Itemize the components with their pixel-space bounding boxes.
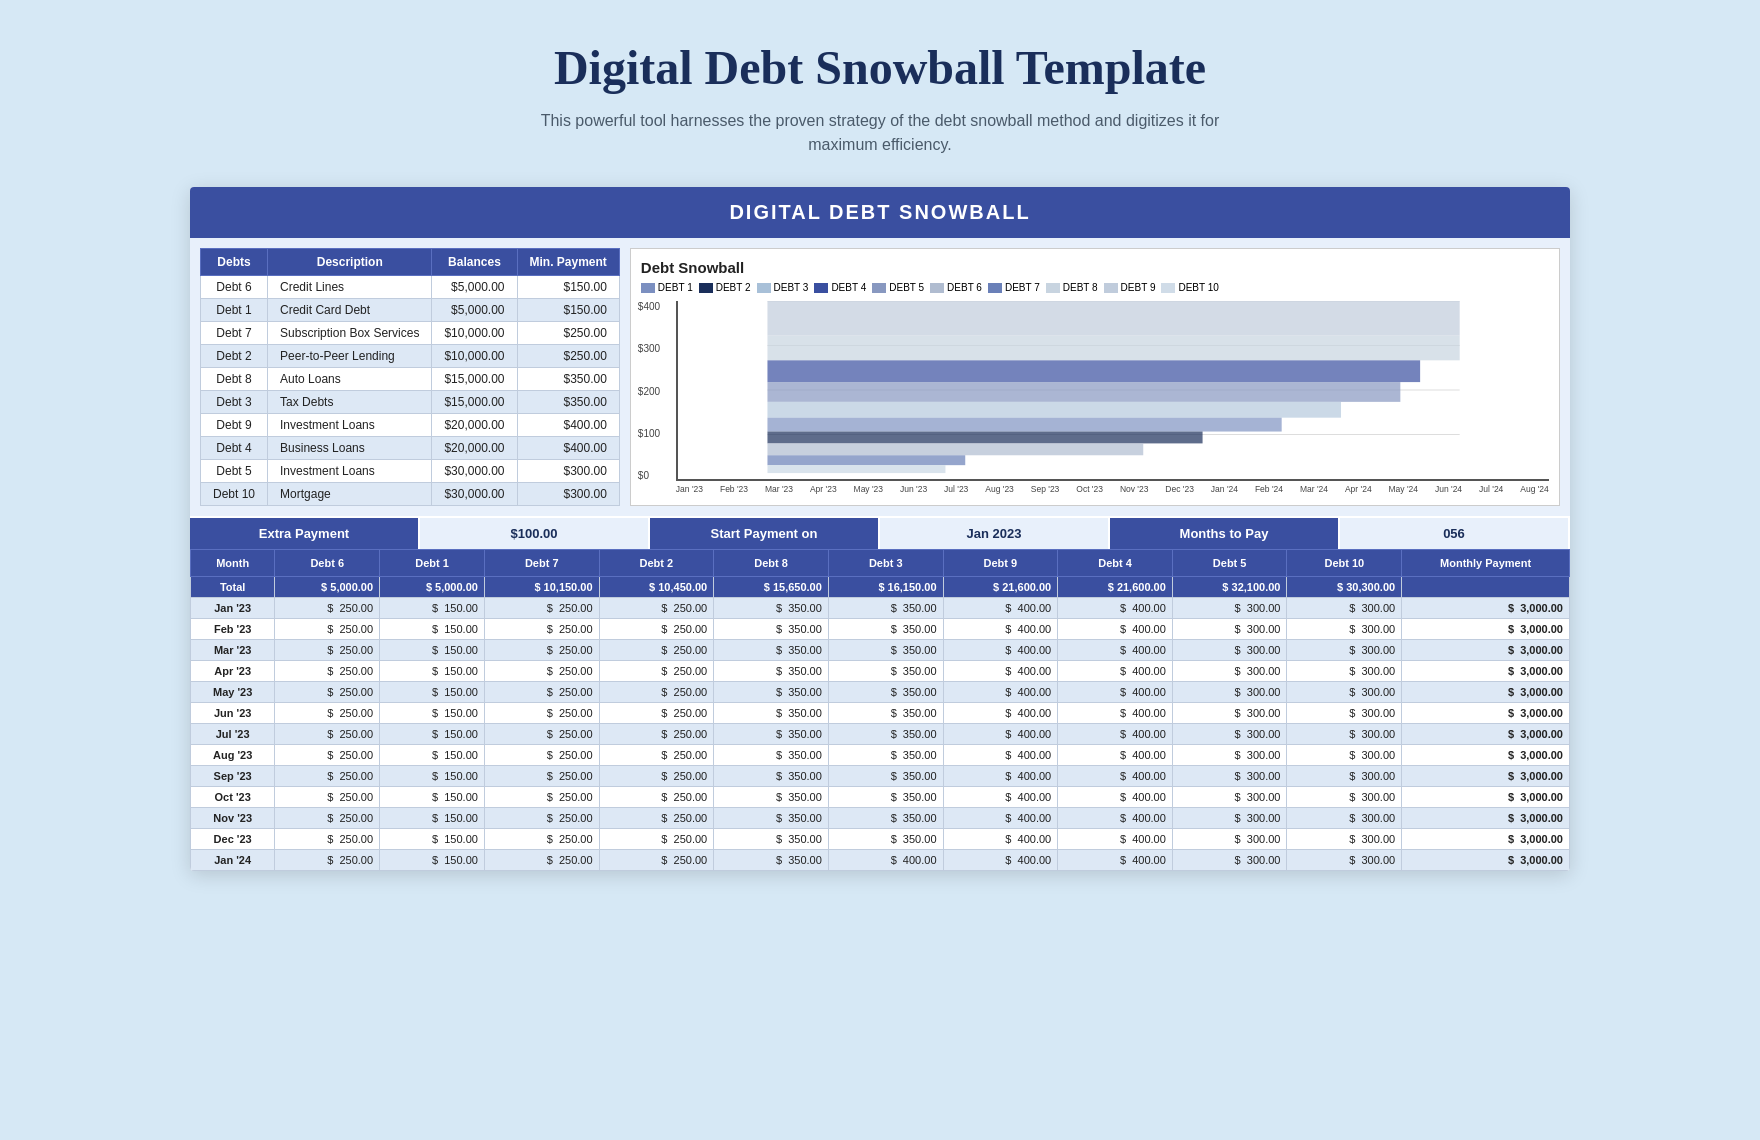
schedule-row: Aug '23$ 250.00$ 150.00$ 250.00$ 250.00$… [191,745,1570,766]
svg-rect-12 [767,455,965,465]
schedule-col-header: Month [191,550,275,577]
legend-item: DEBT 9 [1104,282,1156,293]
schedule-row: Jun '23$ 250.00$ 150.00$ 250.00$ 250.00$… [191,703,1570,724]
svg-rect-8 [767,402,1341,418]
schedule-total-row: Total$ 5,000.00$ 5,000.00$ 10,150.00$ 10… [191,577,1570,598]
schedule-table-wrapper: MonthDebt 6Debt 1Debt 7Debt 2Debt 8Debt … [190,549,1570,871]
legend-item: DEBT 1 [641,282,693,293]
svg-rect-13 [767,465,945,473]
svg-rect-10 [767,432,1202,444]
schedule-col-header: Debt 1 [380,550,485,577]
schedule-col-header: Debt 4 [1058,550,1173,577]
page-subtitle: This powerful tool harnesses the proven … [540,109,1220,157]
svg-rect-7 [767,382,1400,402]
debt-row: Debt 5Investment Loans$30,000.00$300.00 [201,460,620,483]
legend-item: DEBT 7 [988,282,1040,293]
col-balances: Balances [432,249,517,276]
debt-row: Debt 6Credit Lines$5,000.00$150.00 [201,276,620,299]
legend-item: DEBT 2 [699,282,751,293]
top-section: Debts Description Balances Min. Payment … [190,238,1570,516]
page-title: Digital Debt Snowball Template [20,40,1740,95]
summary-bar: Extra Payment $100.00 Start Payment on J… [190,516,1570,549]
schedule-col-header: Debt 6 [275,550,380,577]
schedule-col-header: Debt 7 [484,550,599,577]
schedule-row: Dec '23$ 250.00$ 150.00$ 250.00$ 250.00$… [191,829,1570,850]
debt-row: Debt 1Credit Card Debt$5,000.00$150.00 [201,299,620,322]
legend-item: DEBT 6 [930,282,982,293]
col-min-payment: Min. Payment [517,249,619,276]
schedule-col-header: Debt 2 [599,550,714,577]
x-axis: Jan '23Feb '23Mar '23Apr '23May '23Jun '… [676,484,1549,494]
schedule-col-header: Debt 5 [1172,550,1287,577]
schedule-row: Jul '23$ 250.00$ 150.00$ 250.00$ 250.00$… [191,724,1570,745]
schedule-row: Apr '23$ 250.00$ 150.00$ 250.00$ 250.00$… [191,661,1570,682]
debt-row: Debt 7Subscription Box Services$10,000.0… [201,322,620,345]
legend-item: DEBT 10 [1161,282,1218,293]
svg-rect-4 [767,301,1459,336]
chart-title: Debt Snowball [641,259,1549,276]
legend-item: DEBT 3 [757,282,809,293]
schedule-row: Oct '23$ 250.00$ 150.00$ 250.00$ 250.00$… [191,787,1570,808]
schedule-row: Nov '23$ 250.00$ 150.00$ 250.00$ 250.00$… [191,808,1570,829]
schedule-row: Sep '23$ 250.00$ 150.00$ 250.00$ 250.00$… [191,766,1570,787]
schedule-row: May '23$ 250.00$ 150.00$ 250.00$ 250.00$… [191,682,1570,703]
y-axis: $400 $300 $200 $100 $0 [638,301,660,481]
schedule-row: Jan '23$ 250.00$ 150.00$ 250.00$ 250.00$… [191,598,1570,619]
schedule-col-header: Debt 3 [828,550,943,577]
chart-svg [676,301,1549,481]
extra-payment-label: Extra Payment [190,518,420,549]
svg-rect-5 [767,336,1459,361]
col-description: Description [268,249,432,276]
chart-legend: DEBT 1 DEBT 2 DEBT 3 DEBT 4 DEBT 5 DEBT 6 DEBT… [641,282,1549,293]
legend-item: DEBT 8 [1046,282,1098,293]
svg-rect-6 [767,360,1420,382]
start-payment-value: Jan 2023 [880,518,1110,549]
schedule-table: MonthDebt 6Debt 1Debt 7Debt 2Debt 8Debt … [190,549,1570,871]
debt-row: Debt 4Business Loans$20,000.00$400.00 [201,437,620,460]
svg-rect-9 [767,418,1281,432]
legend-item: DEBT 5 [872,282,924,293]
schedule-col-header: Debt 10 [1287,550,1402,577]
svg-rect-11 [767,443,1143,455]
debt-row: Debt 10Mortgage$30,000.00$300.00 [201,483,620,506]
schedule-row: Mar '23$ 250.00$ 150.00$ 250.00$ 250.00$… [191,640,1570,661]
months-to-pay-value: 056 [1340,518,1570,549]
debt-row: Debt 9Investment Loans$20,000.00$400.00 [201,414,620,437]
schedule-row: Feb '23$ 250.00$ 150.00$ 250.00$ 250.00$… [191,619,1570,640]
months-to-pay-label: Months to Pay [1110,518,1340,549]
schedule-row: Jan '24$ 250.00$ 150.00$ 250.00$ 250.00$… [191,850,1570,871]
sheet-container: DIGITAL DEBT SNOWBALL Debts Description … [190,187,1570,871]
page-header: Digital Debt Snowball Template This powe… [20,40,1740,157]
schedule-col-header: Debt 9 [943,550,1058,577]
schedule-col-header: Monthly Payment [1402,550,1570,577]
sheet-title: DIGITAL DEBT SNOWBALL [190,187,1570,238]
start-payment-label: Start Payment on [650,518,880,549]
legend-item: DEBT 4 [814,282,866,293]
extra-payment-value: $100.00 [420,518,650,549]
debt-row: Debt 2Peer-to-Peer Lending$10,000.00$250… [201,345,620,368]
debt-table: Debts Description Balances Min. Payment … [200,248,620,506]
col-debts: Debts [201,249,268,276]
debt-row: Debt 8Auto Loans$15,000.00$350.00 [201,368,620,391]
schedule-col-header: Debt 8 [714,550,829,577]
debt-row: Debt 3Tax Debts$15,000.00$350.00 [201,391,620,414]
debt-table-wrapper: Debts Description Balances Min. Payment … [200,248,620,506]
chart-wrapper: Debt Snowball DEBT 1DEBT 2DEBT 3DEBT 4DE… [630,248,1560,506]
